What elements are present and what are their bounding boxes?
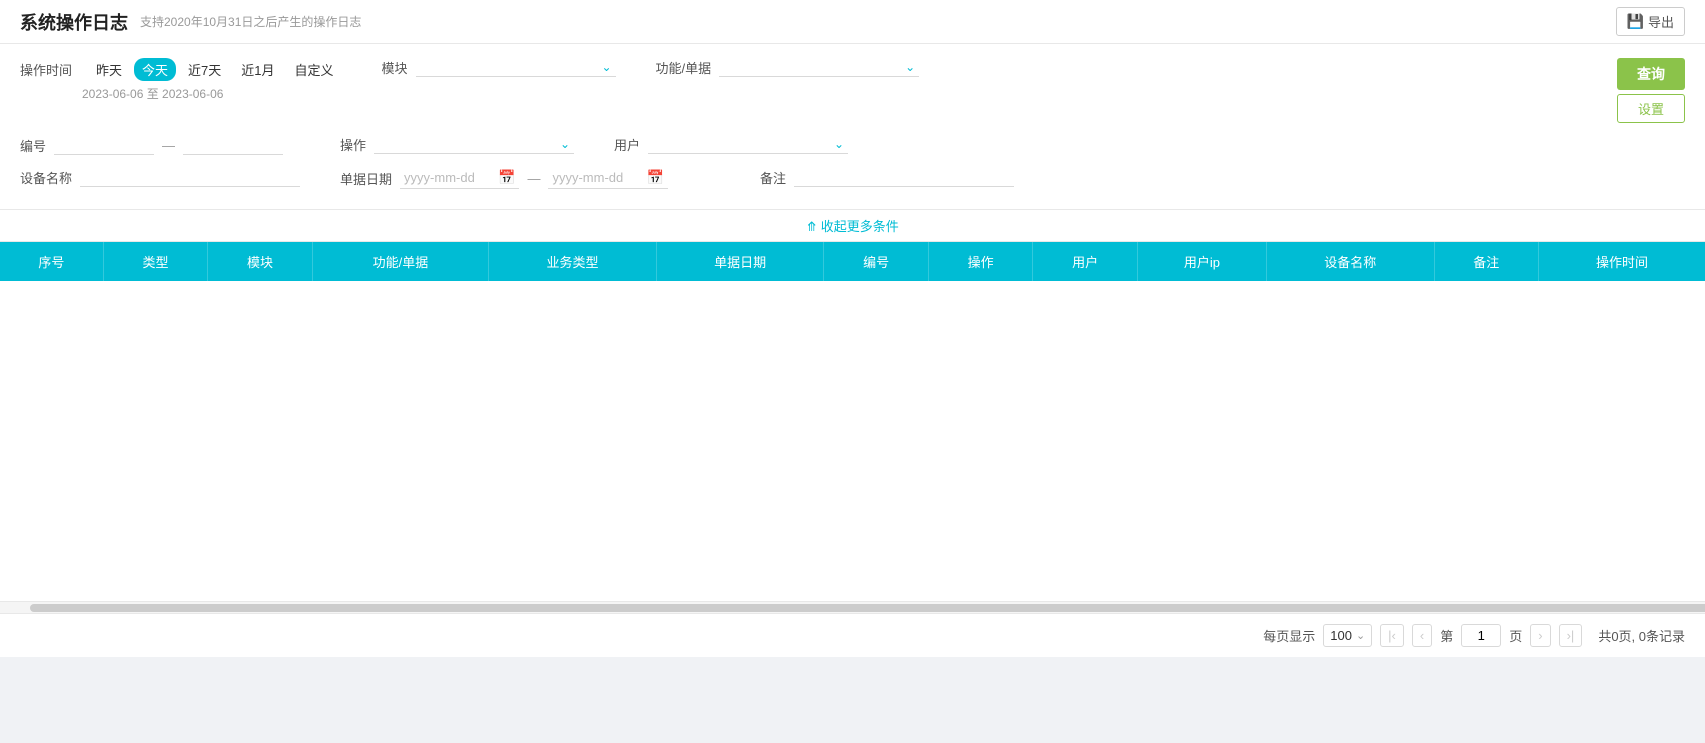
date-start-wrapper: 📅 (400, 167, 519, 189)
page-title: 系统操作日志 (20, 9, 128, 35)
feature-filter: 功能/单据 ⌄ (656, 58, 920, 77)
page-size-select[interactable]: 100 ⌄ (1323, 624, 1372, 647)
date-end-input[interactable] (552, 170, 642, 185)
page-subtitle: 支持2020年10月31日之后产生的操作日志 (140, 13, 361, 30)
scrollbar-area[interactable] (0, 601, 1705, 613)
filter-row-2: 编号 — 操作 ⌄ 用户 ⌄ (20, 135, 1685, 155)
col-voucher-date: 单据日期 (656, 242, 824, 281)
filter-row-3: 设备名称 单据日期 📅 — 📅 备注 (20, 167, 1685, 189)
table-header: 序号 类型 模块 功能/单据 业务类型 单据日期 编号 操作 用户 用户ip 设… (0, 242, 1705, 281)
col-module: 模块 (208, 242, 312, 281)
remark-filter: 备注 (760, 167, 1014, 187)
user-filter: 用户 ⌄ (614, 135, 848, 154)
time-btn-custom[interactable]: 自定义 (287, 58, 342, 81)
export-button[interactable]: 💾 导出 (1616, 7, 1685, 36)
settings-button[interactable]: 设置 (1617, 94, 1685, 123)
export-icon: 💾 (1627, 13, 1644, 30)
table-header-row: 序号 类型 模块 功能/单据 业务类型 单据日期 编号 操作 用户 用户ip 设… (0, 242, 1705, 281)
empty-area (0, 281, 1705, 601)
date-divider: — (527, 171, 540, 186)
col-feature: 功能/单据 (312, 242, 488, 281)
time-label: 操作时间 (20, 60, 72, 79)
page-header: 系统操作日志 支持2020年10月31日之后产生的操作日志 💾 导出 (0, 0, 1705, 44)
col-operation: 操作 (928, 242, 1032, 281)
user-select[interactable]: ⌄ (648, 135, 848, 154)
number-input-start[interactable] (54, 135, 154, 155)
next-page-button[interactable]: › (1530, 624, 1550, 647)
date-end-wrapper: 📅 (548, 167, 667, 189)
time-btn-1month[interactable]: 近1月 (233, 58, 282, 81)
col-biz-type: 业务类型 (489, 242, 657, 281)
collapse-label: 收起更多条件 (821, 219, 899, 234)
page-summary: 共0页, 0条记录 (1598, 626, 1685, 645)
scrollbar-inner (0, 604, 1705, 613)
col-type: 类型 (103, 242, 207, 281)
module-label: 模块 (382, 58, 408, 77)
per-page-label: 每页显示 (1263, 626, 1315, 645)
col-user: 用户 (1033, 242, 1137, 281)
table-container: 序号 类型 模块 功能/单据 业务类型 单据日期 编号 操作 用户 用户ip 设… (0, 242, 1705, 281)
header-left: 系统操作日志 支持2020年10月31日之后产生的操作日志 (20, 9, 361, 35)
collapse-icon: ⤊ (806, 219, 817, 234)
scrollbar-thumb[interactable] (30, 604, 1705, 612)
time-btn-today[interactable]: 今天 (134, 58, 176, 81)
time-filter: 操作时间 昨天 今天 近7天 近1月 自定义 2023-06-06 至 2023… (20, 58, 342, 102)
number-label: 编号 (20, 136, 46, 155)
number-filter: 编号 — (20, 135, 300, 155)
module-select[interactable]: ⌄ (416, 58, 616, 77)
col-number: 编号 (824, 242, 928, 281)
time-buttons: 昨天 今天 近7天 近1月 自定义 (88, 58, 342, 81)
filter-row-1: 操作时间 昨天 今天 近7天 近1月 自定义 2023-06-06 至 2023… (20, 58, 1685, 123)
last-page-button[interactable]: ›| (1559, 624, 1583, 647)
device-label: 设备名称 (20, 168, 72, 187)
col-remark: 备注 (1434, 242, 1538, 281)
chevron-down-icon-3: ⌄ (560, 137, 570, 151)
page-label: 第 (1440, 626, 1453, 645)
voucher-date-filter: 单据日期 📅 — 📅 (340, 167, 720, 189)
page-suffix: 页 (1509, 626, 1522, 645)
operation-label: 操作 (340, 135, 366, 154)
collapse-bar[interactable]: ⤊ 收起更多条件 (0, 210, 1705, 242)
feature-select[interactable]: ⌄ (719, 58, 919, 77)
feature-label: 功能/单据 (656, 58, 712, 77)
chevron-down-icon-4: ⌄ (834, 137, 844, 151)
export-label: 导出 (1648, 12, 1674, 31)
user-label: 用户 (614, 135, 640, 154)
remark-input[interactable] (794, 167, 1014, 187)
module-filter: 模块 ⌄ (382, 58, 616, 77)
time-range: 2023-06-06 至 2023-06-06 (82, 85, 223, 102)
prev-page-button[interactable]: ‹ (1412, 624, 1432, 647)
action-buttons: 查询 设置 (1617, 58, 1685, 123)
time-btn-yesterday[interactable]: 昨天 (88, 58, 130, 81)
device-filter: 设备名称 (20, 167, 300, 187)
page-input[interactable] (1461, 624, 1501, 647)
voucher-date-label: 单据日期 (340, 169, 392, 188)
col-user-ip: 用户ip (1137, 242, 1266, 281)
calendar-icon-end[interactable]: 📅 (646, 169, 663, 186)
device-input[interactable] (80, 167, 300, 187)
chevron-down-icon-2: ⌄ (905, 60, 915, 74)
operation-filter: 操作 ⌄ (340, 135, 574, 154)
number-divider: — (162, 138, 175, 153)
col-seq: 序号 (0, 242, 103, 281)
chevron-down-icon-page: ⌄ (1356, 629, 1365, 642)
time-btn-7days[interactable]: 近7天 (180, 58, 229, 81)
page-size-value: 100 (1330, 628, 1352, 643)
pagination-area: 每页显示 100 ⌄ |‹ ‹ 第 页 › ›| 共0页, 0条记录 (0, 613, 1705, 657)
first-page-button[interactable]: |‹ (1380, 624, 1404, 647)
filter-area: 操作时间 昨天 今天 近7天 近1月 自定义 2023-06-06 至 2023… (0, 44, 1705, 210)
query-button[interactable]: 查询 (1617, 58, 1685, 90)
operation-select[interactable]: ⌄ (374, 135, 574, 154)
col-device: 设备名称 (1266, 242, 1434, 281)
date-start-input[interactable] (404, 170, 494, 185)
remark-label: 备注 (760, 168, 786, 187)
data-table: 序号 类型 模块 功能/单据 业务类型 单据日期 编号 操作 用户 用户ip 设… (0, 242, 1705, 281)
col-op-time: 操作时间 (1539, 242, 1705, 281)
calendar-icon-start[interactable]: 📅 (498, 169, 515, 186)
chevron-down-icon: ⌄ (601, 60, 611, 74)
number-input-end[interactable] (183, 135, 283, 155)
